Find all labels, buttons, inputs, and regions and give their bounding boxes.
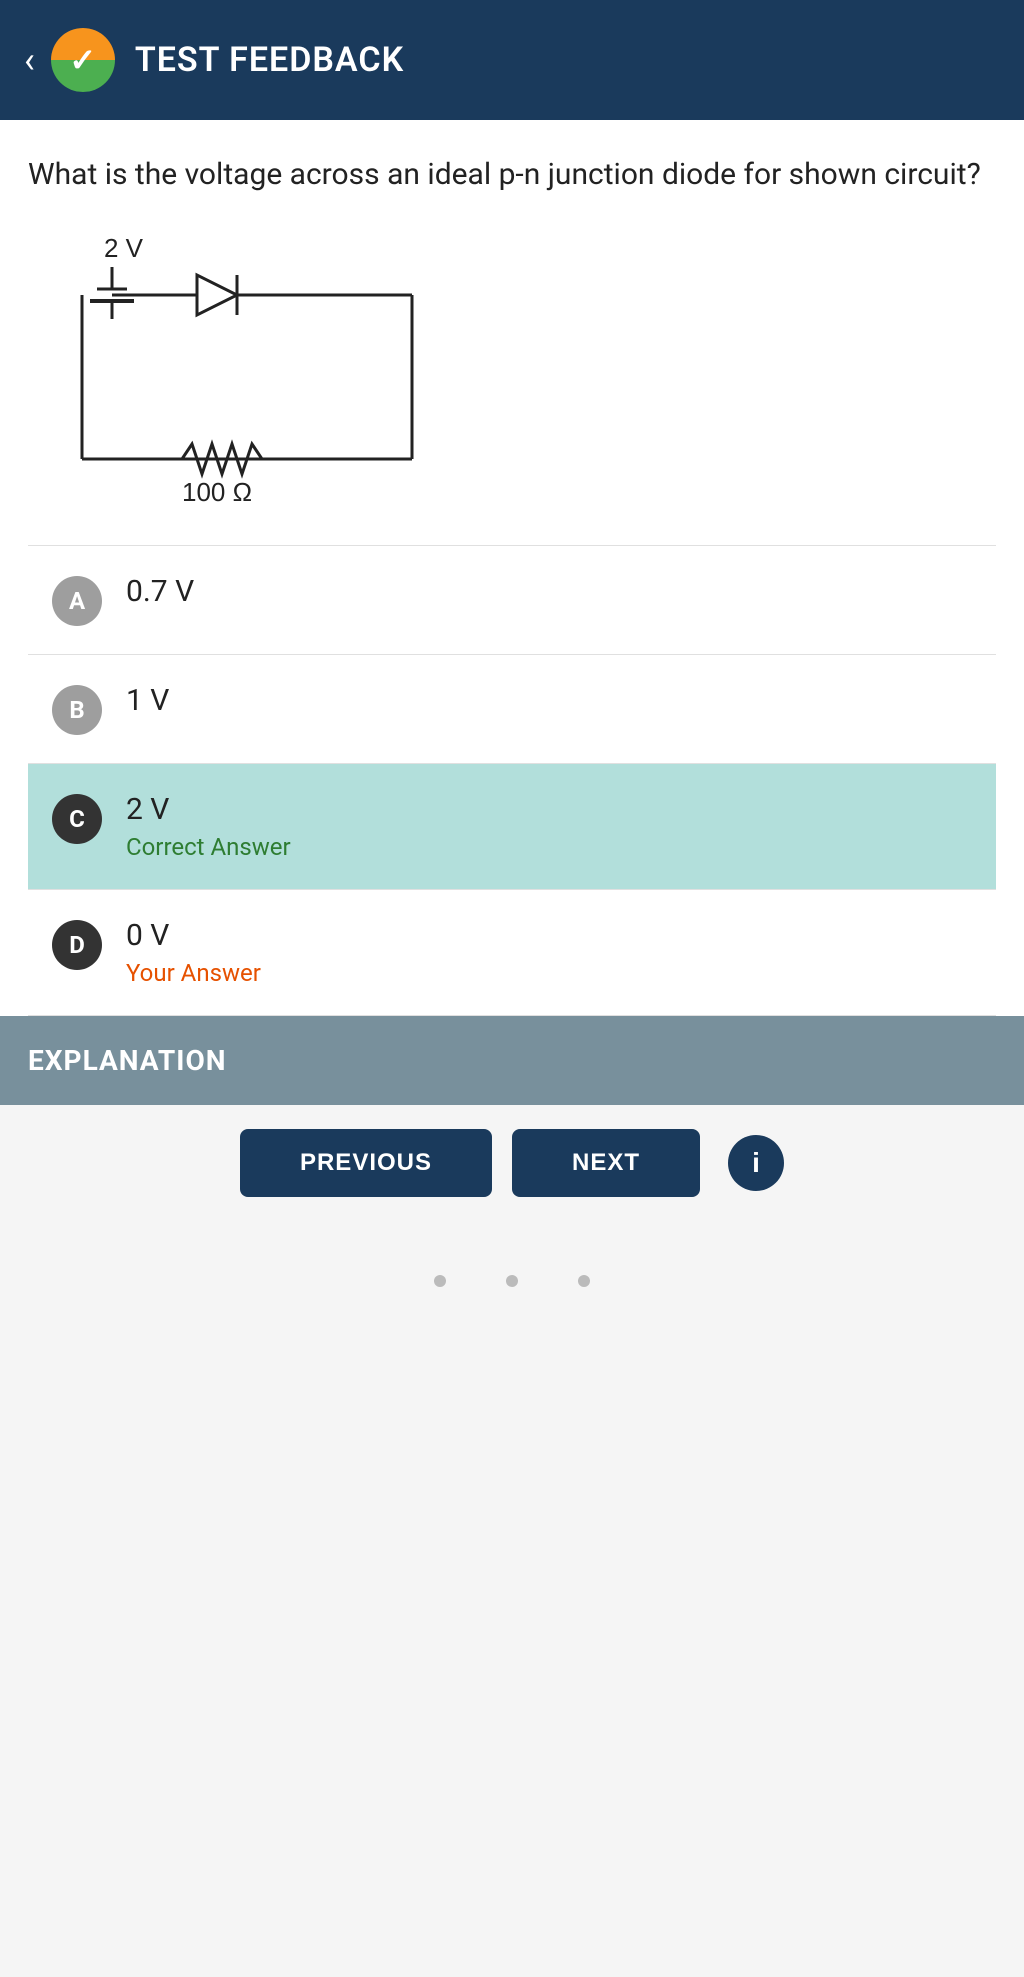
option-c-content: 2 V Correct Answer [126,792,291,861]
page-title: TEST FEEDBACK [135,40,404,80]
option-a-row[interactable]: A 0.7 V [28,546,996,655]
your-answer-badge: Your Answer [126,959,261,987]
previous-button[interactable]: PREVIOUS [240,1129,492,1197]
option-d-row[interactable]: D 0 V Your Answer [28,890,996,1016]
nav-dot-1 [434,1275,446,1287]
option-c-row[interactable]: C 2 V Correct Answer [28,764,996,890]
info-button[interactable]: i [728,1135,784,1191]
option-d-circle: D [52,920,102,970]
option-b-row[interactable]: B 1 V [28,655,996,764]
option-a-content: 0.7 V [126,574,194,609]
logo-check-icon: ✓ [69,41,96,79]
explanation-title: EXPLANATION [28,1044,227,1077]
option-c-label: 2 V [126,792,291,827]
option-a-circle: A [52,576,102,626]
explanation-section: EXPLANATION [0,1016,1024,1105]
back-button[interactable]: ‹ [24,42,35,78]
bottom-navigation: PREVIOUS NEXT i [0,1105,1024,1221]
option-a-label: 0.7 V [126,574,194,609]
option-b-label: 1 V [126,683,169,718]
nav-dot-3 [578,1275,590,1287]
nav-dot-2 [506,1275,518,1287]
option-b-circle: B [52,685,102,735]
option-d-content: 0 V Your Answer [126,918,261,987]
option-b-content: 1 V [126,683,169,718]
next-button[interactable]: NEXT [512,1129,700,1197]
option-d-label: 0 V [126,918,261,953]
header: ‹ ✓ TEST FEEDBACK [0,0,1024,120]
correct-answer-badge: Correct Answer [126,833,291,861]
bottom-bar [0,1221,1024,1341]
main-content: What is the voltage across an ideal p-n … [0,120,1024,1016]
circuit-diagram: 2 V [52,229,996,513]
question-text: What is the voltage across an ideal p-n … [28,152,996,197]
svg-text:2 V: 2 V [104,233,144,263]
options-list: A 0.7 V B 1 V C 2 V Correct Answer [28,545,996,1016]
app-logo: ✓ [51,28,115,92]
svg-text:100 Ω: 100 Ω [182,477,252,507]
option-c-circle: C [52,794,102,844]
